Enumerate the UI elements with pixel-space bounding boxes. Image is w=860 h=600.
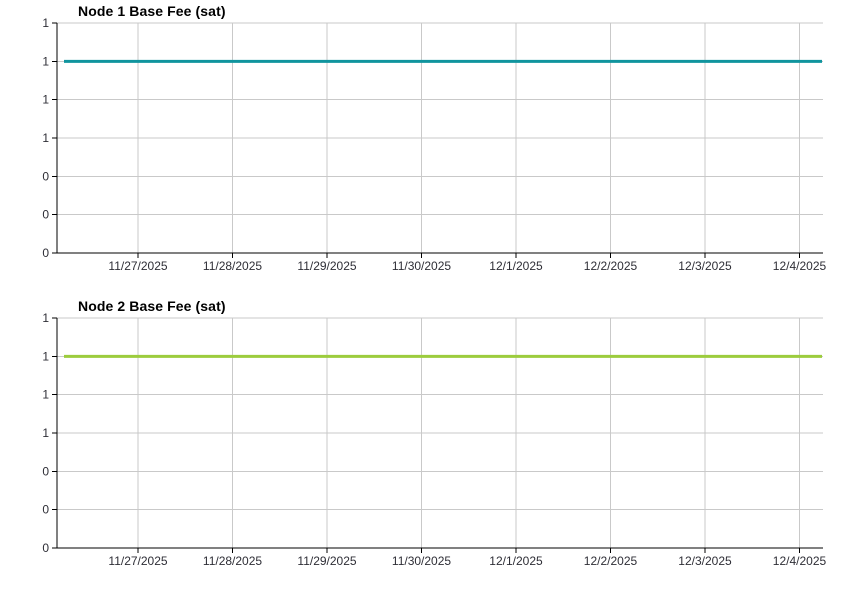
y-tick-label: 0 xyxy=(42,246,49,260)
x-tick-label: 12/2/2025 xyxy=(584,259,638,273)
x-tick-label: 12/4/2025 xyxy=(773,554,827,568)
gridlines xyxy=(57,22,823,254)
x-tick-label: 12/3/2025 xyxy=(678,259,732,273)
node1-base-fee-chart: Node 1 Base Fee (sat) 1 1 1 1 0 0 0 11/27/2025 1… xyxy=(0,0,860,290)
y-tick-label: 1 xyxy=(42,54,49,68)
tick-labels: 1 1 1 1 0 0 0 11/27/2025 11/28/2025 11/29/2025 11/… xyxy=(42,16,826,273)
y-tick-label: 1 xyxy=(42,388,49,402)
x-tick-label: 12/4/2025 xyxy=(773,259,827,273)
y-tick-label: 1 xyxy=(42,311,49,325)
y-tick-label: 1 xyxy=(42,93,49,107)
x-tick-label: 11/29/2025 xyxy=(297,259,356,273)
x-tick-label: 11/30/2025 xyxy=(392,259,451,273)
gridlines xyxy=(57,317,823,549)
x-tick-label: 11/29/2025 xyxy=(297,554,356,568)
y-tick-label: 0 xyxy=(42,541,49,555)
axes xyxy=(52,22,823,258)
x-tick-label: 12/1/2025 xyxy=(489,554,543,568)
x-tick-label: 11/28/2025 xyxy=(203,259,262,273)
x-tick-label: 11/30/2025 xyxy=(392,554,451,568)
x-tick-label: 12/2/2025 xyxy=(584,554,638,568)
y-tick-label: 1 xyxy=(42,131,49,145)
x-tick-label: 12/3/2025 xyxy=(678,554,732,568)
y-tick-label: 1 xyxy=(42,426,49,440)
y-tick-label: 0 xyxy=(42,208,49,222)
node2-chart-plot: 1 1 1 1 0 0 0 11/27/2025 11/28/2025 11/29/2025 11/… xyxy=(42,311,826,568)
node1-chart-plot: 1 1 1 1 0 0 0 11/27/2025 11/28/2025 11/29/2025 11/… xyxy=(42,16,826,273)
x-tick-label: 12/1/2025 xyxy=(489,259,543,273)
x-tick-label: 11/27/2025 xyxy=(108,259,167,273)
chart-page: { "colors": { "background": "#ffffff", "… xyxy=(0,0,860,600)
y-tick-label: 0 xyxy=(42,464,49,478)
x-tick-label: 11/27/2025 xyxy=(108,554,167,568)
y-tick-label: 1 xyxy=(42,16,49,30)
y-tick-label: 1 xyxy=(42,349,49,363)
axes xyxy=(52,317,823,553)
tick-labels: 1 1 1 1 0 0 0 11/27/2025 11/28/2025 11/29/2025 11/… xyxy=(42,311,826,568)
y-tick-label: 0 xyxy=(42,503,49,517)
x-tick-label: 11/28/2025 xyxy=(203,554,262,568)
y-tick-label: 0 xyxy=(42,169,49,183)
node2-base-fee-chart: Node 2 Base Fee (sat) 1 1 1 1 0 0 0 11/27/2025 1… xyxy=(0,295,860,585)
